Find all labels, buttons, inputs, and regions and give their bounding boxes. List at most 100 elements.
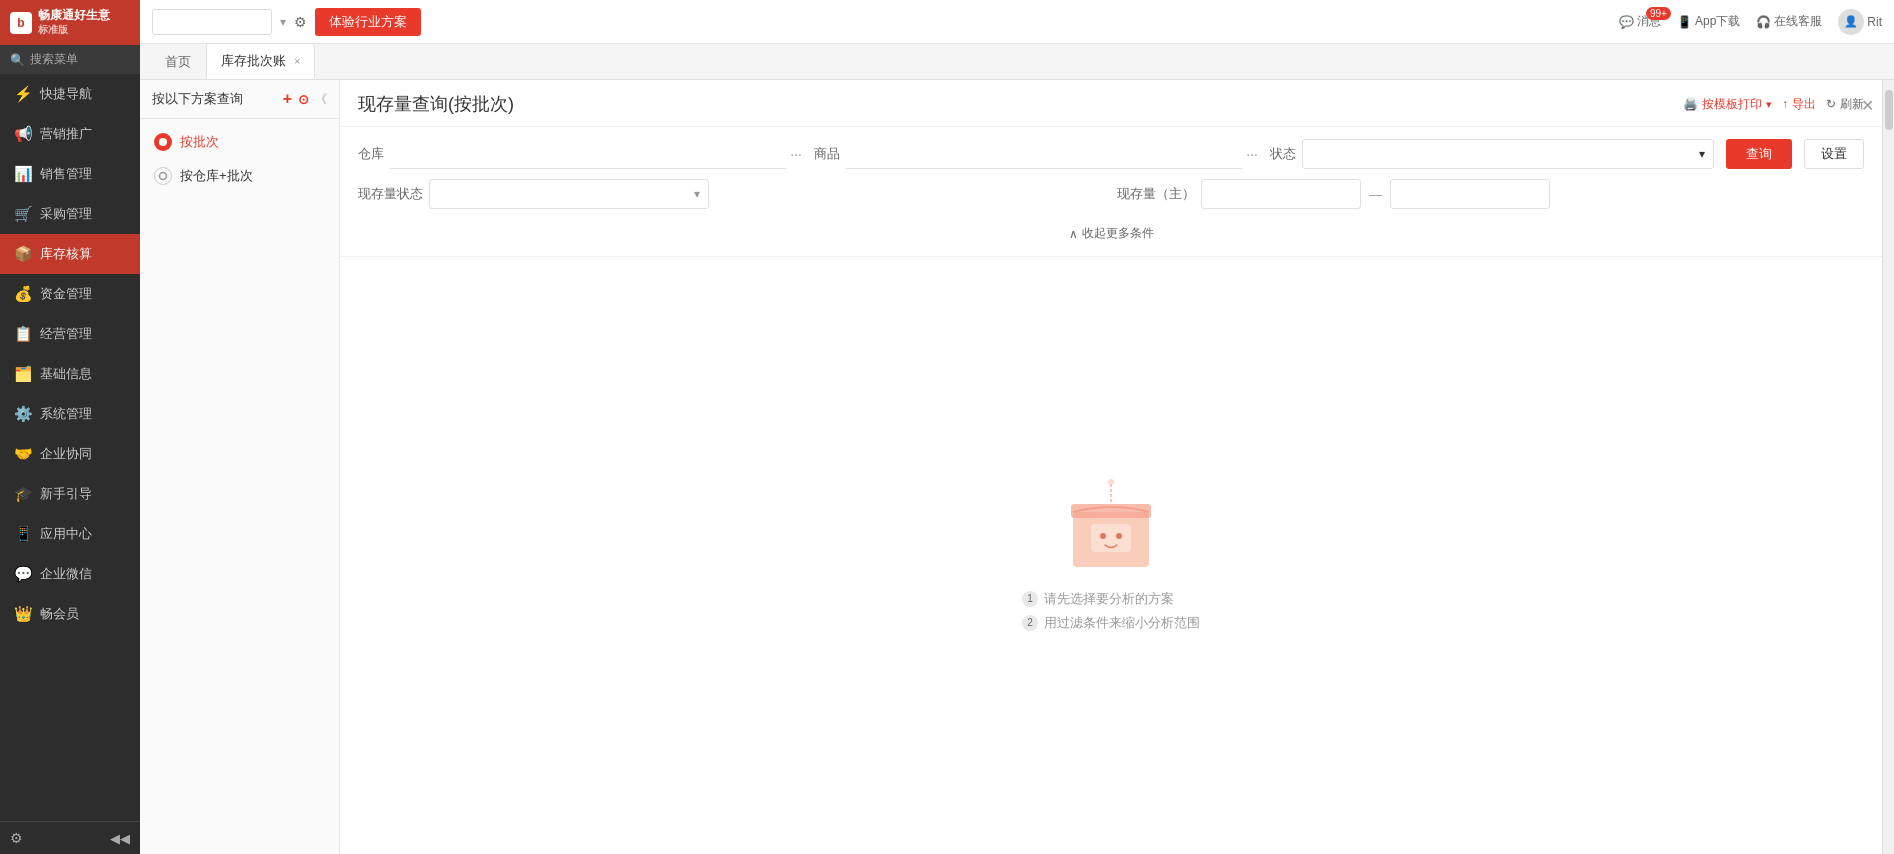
online-support-button[interactable]: 🎧 在线客服: [1756, 13, 1822, 30]
warehouse-input[interactable]: [390, 139, 786, 169]
tab-home[interactable]: 首页: [150, 44, 206, 79]
collapse-more-button[interactable]: ∧ 收起更多条件: [358, 219, 1864, 244]
wechat-label: 企业微信: [40, 565, 92, 583]
inventory-status-select[interactable]: ▾: [429, 179, 709, 209]
print-icon: 🖨️: [1683, 97, 1698, 111]
left-panel-title: 按以下方案查询: [152, 90, 243, 108]
right-scrollbar[interactable]: [1882, 80, 1894, 854]
top-gear-icon[interactable]: ⚙: [294, 14, 307, 30]
sidebar-item-newbie[interactable]: 🎓 新手引导: [0, 474, 140, 514]
empty-illustration: [1061, 474, 1161, 574]
sidebar-item-marketing[interactable]: 📢 营销推广: [0, 114, 140, 154]
user-avatar: 👤: [1838, 9, 1864, 35]
tab-bar: 首页 库存批次账 ×: [140, 44, 1894, 80]
purchase-label: 采购管理: [40, 205, 92, 223]
settings-button[interactable]: 设置: [1804, 139, 1864, 169]
svg-point-8: [1108, 479, 1114, 485]
sidebar-item-sales[interactable]: 📊 销售管理: [0, 154, 140, 194]
sidebar-item-basic[interactable]: 🗂️ 基础信息: [0, 354, 140, 394]
inventory-label: 库存核算: [40, 245, 92, 263]
hint-1-text: 请先选择要分析的方案: [1044, 590, 1174, 608]
svg-rect-3: [1071, 504, 1151, 518]
warehouse-filter-group: 仓库 ···: [358, 139, 802, 169]
empty-state: 1 请先选择要分析的方案 2 用过滤条件来缩小分析范围: [340, 257, 1882, 854]
hint-item-2: 2 用过滤条件来缩小分析范围: [1022, 614, 1200, 632]
scrollbar-track: [1883, 80, 1894, 854]
inventory-status-label: 现存量状态: [358, 185, 423, 203]
main-area: ▾ ⚙ 体验行业方案 💬 消息 99+ 📱 App下载 🎧 在线客服 👤: [140, 0, 1894, 854]
top-bar-right: 💬 消息 99+ 📱 App下载 🎧 在线客服 👤 Rit: [1619, 9, 1882, 35]
member-label: 畅会员: [40, 605, 79, 623]
add-scheme-button[interactable]: +: [283, 90, 292, 108]
newbie-icon: 🎓: [14, 485, 32, 503]
shortcut-icon: ⚡: [14, 85, 32, 103]
status-select[interactable]: ▾: [1302, 139, 1714, 169]
search-icon: 🔍: [10, 53, 25, 67]
collapse-more-label: 收起更多条件: [1082, 225, 1154, 242]
messages-button[interactable]: 💬 消息 99+: [1619, 13, 1661, 30]
status-label: 状态: [1270, 145, 1296, 163]
tab-close-icon[interactable]: ×: [294, 55, 300, 67]
page-header: 现存量查询(按批次) 🖨️ 按模板打印 ▾ ↑ 导出 ↻: [340, 80, 1882, 127]
search-menu-item[interactable]: 🔍 搜索菜单: [0, 45, 140, 74]
sidebar-item-system[interactable]: ⚙️ 系统管理: [0, 394, 140, 434]
scheme-item-warehouse-batch[interactable]: 按仓库+批次: [140, 159, 339, 193]
svg-point-1: [160, 173, 167, 180]
export-button[interactable]: ↑ 导出: [1782, 96, 1816, 113]
top-search-input[interactable]: [152, 9, 272, 35]
warehouse-more-icon[interactable]: ···: [790, 146, 802, 162]
collapse-sidebar-icon[interactable]: ◀◀: [110, 831, 130, 846]
top-bar: ▾ ⚙ 体验行业方案 💬 消息 99+ 📱 App下载 🎧 在线客服 👤: [140, 0, 1894, 44]
svg-point-0: [159, 138, 167, 146]
sidebar-item-enterprise[interactable]: 🤝 企业协同: [0, 434, 140, 474]
status-filter-group: 状态 ▾: [1270, 139, 1714, 169]
sidebar-item-inventory[interactable]: 📦 库存核算: [0, 234, 140, 274]
content-area: 按以下方案查询 + ⊙ 《 按批次: [140, 80, 1882, 854]
sidebar-item-member[interactable]: 👑 畅会员: [0, 594, 140, 634]
qty-dash: —: [1361, 187, 1390, 202]
sidebar-item-purchase[interactable]: 🛒 采购管理: [0, 194, 140, 234]
query-button[interactable]: 查询: [1726, 139, 1792, 169]
sales-label: 销售管理: [40, 165, 92, 183]
inventory-qty-label: 现存量（主）: [1117, 185, 1195, 203]
tab-inventory-batch[interactable]: 库存批次账 ×: [206, 43, 315, 79]
collapse-panel-button[interactable]: 《: [315, 91, 327, 108]
trial-button[interactable]: 体验行业方案: [315, 8, 421, 36]
left-panel-header: 按以下方案查询 + ⊙ 《: [140, 80, 339, 119]
app-download-icon: 📱: [1677, 15, 1692, 29]
operation-icon: 📋: [14, 325, 32, 343]
template-print-button[interactable]: 🖨️ 按模板打印 ▾: [1683, 96, 1772, 113]
inventory-qty-min-input[interactable]: [1201, 179, 1361, 209]
message-icon: 💬: [1619, 15, 1634, 29]
top-chevron-icon[interactable]: ▾: [280, 15, 286, 29]
goods-more-icon[interactable]: ···: [1246, 146, 1258, 162]
tab-home-label: 首页: [165, 53, 191, 71]
page-title: 现存量查询(按批次): [358, 92, 514, 116]
wechat-icon: 💬: [14, 565, 32, 583]
scheme-batch-label: 按批次: [180, 133, 219, 151]
sidebar-item-wechat[interactable]: 💬 企业微信: [0, 554, 140, 594]
filter-row-1: 仓库 ··· 商品 ··· 状态: [358, 139, 1864, 169]
sidebar-item-finance[interactable]: 💰 资金管理: [0, 274, 140, 314]
refresh-icon: ↻: [1826, 97, 1836, 111]
user-profile-button[interactable]: 👤 Rit: [1838, 9, 1882, 35]
app-download-button[interactable]: 📱 App下载: [1677, 13, 1740, 30]
hint-item-1: 1 请先选择要分析的方案: [1022, 590, 1200, 608]
inventory-status-filter-group: 现存量状态 ▾: [358, 179, 1105, 209]
settings-icon[interactable]: ⚙: [10, 830, 23, 846]
top-bar-left: ▾ ⚙ 体验行业方案: [152, 8, 1609, 36]
scheme-item-batch[interactable]: 按批次: [140, 125, 339, 159]
inventory-qty-max-input[interactable]: [1390, 179, 1550, 209]
goods-label: 商品: [814, 145, 840, 163]
sidebar-item-appstore[interactable]: 📱 应用中心: [0, 514, 140, 554]
sidebar-item-operation[interactable]: 📋 经营管理: [0, 314, 140, 354]
system-label: 系统管理: [40, 405, 92, 423]
scheme-active-icon: [154, 133, 172, 151]
page-header-actions: 🖨️ 按模板打印 ▾ ↑ 导出 ↻ 刷新: [1683, 96, 1864, 113]
scheme-settings-button[interactable]: ⊙: [298, 92, 309, 107]
sidebar-item-shortcut[interactable]: ⚡ 快捷导航: [0, 74, 140, 114]
goods-input[interactable]: [846, 139, 1242, 169]
inventory-status-chevron-icon: ▾: [694, 187, 700, 201]
page-close-button[interactable]: ✕: [1852, 90, 1882, 120]
appstore-icon: 📱: [14, 525, 32, 543]
